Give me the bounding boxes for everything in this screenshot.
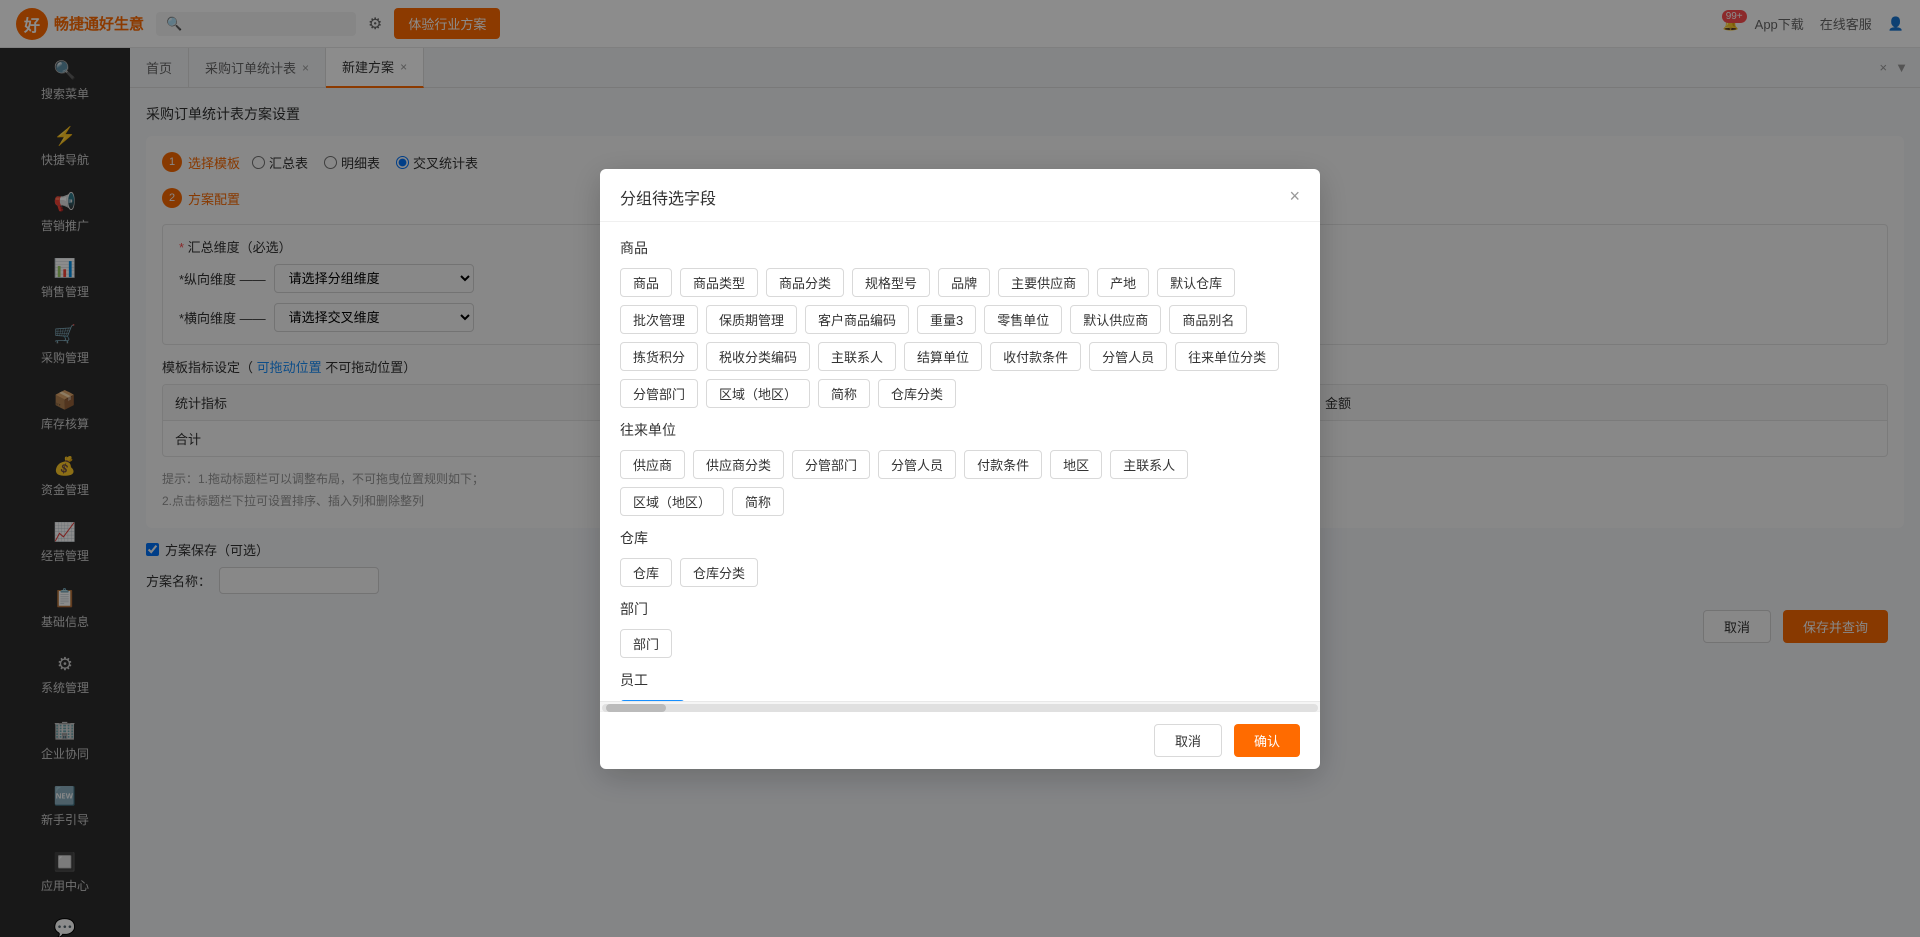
- tag-weight3[interactable]: 重量3: [917, 305, 976, 334]
- tag-warehouse-category[interactable]: 仓库分类: [680, 558, 758, 587]
- tag-region-counterpart[interactable]: 地区: [1050, 450, 1102, 479]
- tag-warehouse[interactable]: 仓库: [620, 558, 672, 587]
- section-department-title: 部门: [620, 599, 1300, 619]
- modal-field-select: 分组待选字段 × 商品 商品 商品类型 商品分类 规格型号 品牌 主要供应商 产…: [600, 169, 1320, 769]
- tag-goods[interactable]: 商品: [620, 268, 672, 297]
- tag-region-goods[interactable]: 区域（地区）: [706, 379, 810, 408]
- tag-default-warehouse[interactable]: 默认仓库: [1157, 268, 1235, 297]
- section-warehouse-tags: 仓库 仓库分类: [620, 558, 1300, 587]
- section-counterpart-tags: 供应商 供应商分类 分管部门 分管人员 付款条件 地区 主联系人 区域（地区） …: [620, 450, 1300, 516]
- tag-counterpart-category[interactable]: 往来单位分类: [1175, 342, 1279, 371]
- tag-goods-alias[interactable]: 商品别名: [1169, 305, 1247, 334]
- modal-body: 商品 商品 商品类型 商品分类 规格型号 品牌 主要供应商 产地 默认仓库 批次…: [600, 222, 1320, 702]
- section-counterpart-title: 往来单位: [620, 420, 1300, 440]
- tag-short-name-counterpart[interactable]: 简称: [732, 487, 784, 516]
- tag-settlement-unit[interactable]: 结算单位: [904, 342, 982, 371]
- tag-pick-points[interactable]: 拣货积分: [620, 342, 698, 371]
- tag-batch-mgmt[interactable]: 批次管理: [620, 305, 698, 334]
- tag-supervisor-counterpart[interactable]: 分管人员: [878, 450, 956, 479]
- tag-spec-model[interactable]: 规格型号: [852, 268, 930, 297]
- modal-header: 分组待选字段 ×: [600, 169, 1320, 222]
- tag-main-contact[interactable]: 主联系人: [818, 342, 896, 371]
- tag-short-name-goods[interactable]: 简称: [818, 379, 870, 408]
- tag-goods-type[interactable]: 商品类型: [680, 268, 758, 297]
- tag-retail-unit[interactable]: 零售单位: [984, 305, 1062, 334]
- tag-supplier-category[interactable]: 供应商分类: [693, 450, 784, 479]
- section-warehouse-title: 仓库: [620, 528, 1300, 548]
- tag-customer-goods-code[interactable]: 客户商品编码: [805, 305, 909, 334]
- section-goods-title: 商品: [620, 238, 1300, 258]
- modal-close-button[interactable]: ×: [1289, 186, 1300, 207]
- tag-tax-class-code[interactable]: 税收分类编码: [706, 342, 810, 371]
- modal-cancel-button[interactable]: 取消: [1154, 724, 1222, 757]
- tag-department[interactable]: 部门: [620, 629, 672, 658]
- tag-dept-counterpart[interactable]: 分管部门: [792, 450, 870, 479]
- section-employee-title: 员工: [620, 670, 1300, 690]
- tag-warehouse-cat-goods[interactable]: 仓库分类: [878, 379, 956, 408]
- section-department-tags: 部门: [620, 629, 1300, 658]
- tag-supervisor[interactable]: 分管人员: [1089, 342, 1167, 371]
- tag-brand[interactable]: 品牌: [938, 268, 990, 297]
- tag-quality-mgmt[interactable]: 保质期管理: [706, 305, 797, 334]
- tag-goods-category[interactable]: 商品分类: [766, 268, 844, 297]
- tag-default-supplier[interactable]: 默认供应商: [1070, 305, 1161, 334]
- modal-title: 分组待选字段: [620, 185, 716, 209]
- modal-footer: 取消 确认: [600, 711, 1320, 769]
- modal-hscroll[interactable]: [600, 701, 1320, 710]
- tag-main-supplier[interactable]: 主要供应商: [998, 268, 1089, 297]
- tag-region-area-counterpart[interactable]: 区域（地区）: [620, 487, 724, 516]
- tag-dept-mgmt[interactable]: 分管部门: [620, 379, 698, 408]
- tag-payment-terms[interactable]: 收付款条件: [990, 342, 1081, 371]
- tag-origin[interactable]: 产地: [1097, 268, 1149, 297]
- tag-main-contact-counterpart[interactable]: 主联系人: [1110, 450, 1188, 479]
- section-goods-tags: 商品 商品类型 商品分类 规格型号 品牌 主要供应商 产地 默认仓库 批次管理 …: [620, 268, 1300, 408]
- tag-supplier[interactable]: 供应商: [620, 450, 685, 479]
- tag-payment-condition[interactable]: 付款条件: [964, 450, 1042, 479]
- modal-confirm-button[interactable]: 确认: [1234, 724, 1300, 757]
